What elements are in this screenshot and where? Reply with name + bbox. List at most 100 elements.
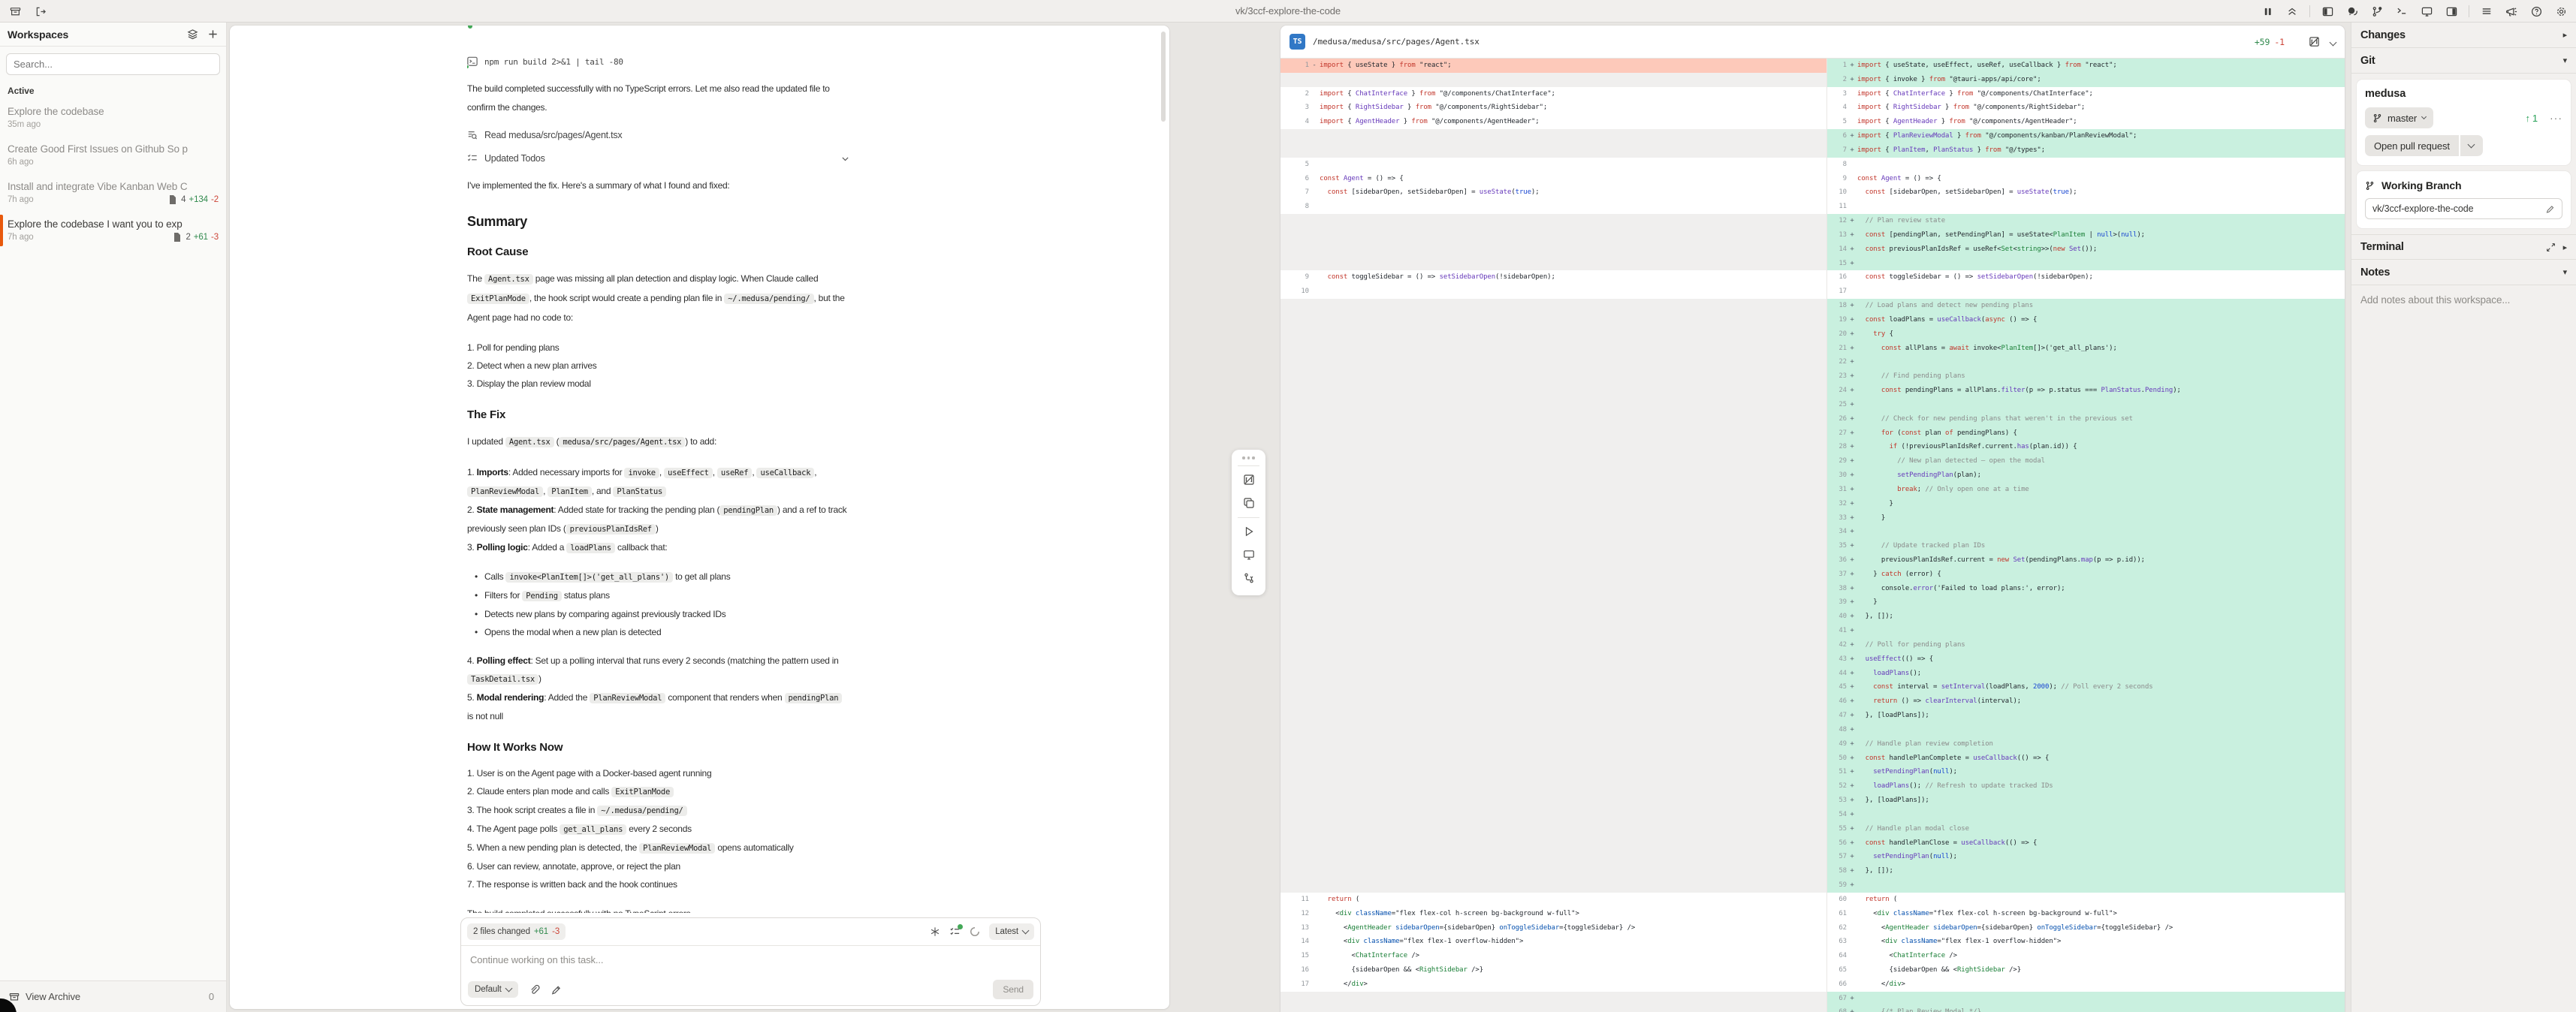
menu-icon[interactable] <box>2479 4 2494 19</box>
pull-request-options-button[interactable] <box>2460 135 2483 156</box>
workspace-item[interactable]: Install and integrate Vibe Kanban Web C7… <box>0 174 226 212</box>
help-icon[interactable] <box>2529 4 2544 19</box>
diff-line-old <box>1280 342 1826 356</box>
workspace-item[interactable]: Explore the codebase I want you to exp7h… <box>0 212 226 249</box>
diff-row: 28+ if (!previousPlanIdsRef.current.has(… <box>1280 440 2345 454</box>
layers-icon[interactable] <box>187 29 198 40</box>
tool-call-row[interactable]: npm run build 2>&1 | tail -80 <box>467 56 850 67</box>
diff-line-new: 67+ <box>1826 992 2345 1006</box>
diff-row: 40+ }, []); <box>1280 610 2345 624</box>
monitor-icon[interactable] <box>2419 4 2434 19</box>
diff-row: 37+ } catch (error) { <box>1280 568 2345 582</box>
notes-section-header[interactable]: Notes ▾ <box>2351 260 2576 285</box>
diff-line-new: 16 const toggleSidebar = () => setSideba… <box>1826 270 2345 285</box>
git-graph-button[interactable] <box>1237 567 1260 590</box>
workspace-item[interactable]: Explore the codebase35m ago <box>0 99 226 137</box>
git-graph-icon[interactable] <box>2369 4 2384 19</box>
diff-row: 26+ // Check for new pending plans that … <box>1280 412 2345 426</box>
diff-line-old <box>1280 143 1826 158</box>
spark-icon[interactable] <box>930 926 940 937</box>
terminal-section-header[interactable]: Terminal ▸ <box>2351 234 2576 260</box>
terminal-tool-icon <box>467 56 478 67</box>
split-view-toggle-icon[interactable] <box>2309 36 2320 47</box>
diff-line-old <box>1280 794 1826 808</box>
diff-line-new: 44+ loadPlans(); <box>1826 667 2345 681</box>
branch-selector[interactable]: master <box>2365 107 2433 128</box>
diff-line-old <box>1280 369 1826 384</box>
diff-line-new: 66 </div> <box>1826 977 2345 992</box>
view-archive-button[interactable]: View Archive 0 <box>0 980 226 1012</box>
diff-line-new: 32+ } <box>1826 497 2345 511</box>
diff-line-old <box>1280 624 1826 638</box>
diff-line-new: 30+ setPendingPlan(plan); <box>1826 468 2345 483</box>
attachment-icon[interactable] <box>529 984 540 995</box>
diff-line-old <box>1280 129 1826 143</box>
diff-line-new: 11 <box>1826 200 2345 214</box>
edit-pencil-icon[interactable] <box>2545 204 2555 214</box>
ordered-list: 1. Poll for pending plans2. Detect when … <box>467 339 850 393</box>
tool-call-row[interactable]: Read medusa/src/pages/Agent.tsx <box>467 130 850 140</box>
diff-row: 67+ <box>1280 992 2345 1006</box>
list-item: 3. Polling logic: Added a loadPlans call… <box>467 538 850 557</box>
diff-view-button[interactable] <box>1237 468 1260 492</box>
git-label: Git <box>2360 55 2563 67</box>
workspace-search-input[interactable] <box>6 53 220 75</box>
drag-handle-icon[interactable] <box>1242 455 1255 463</box>
chat-bubbles-icon[interactable] <box>2345 4 2360 19</box>
list-item: 4. The Agent page polls get_all_plans ev… <box>467 820 850 839</box>
more-options-button[interactable]: ··· <box>2550 112 2562 124</box>
send-button[interactable]: Send <box>993 980 1033 999</box>
workspaces-sidebar: Workspaces Active Explore the codebase35… <box>0 23 227 1012</box>
expand-icon[interactable] <box>2546 242 2556 252</box>
workspace-item[interactable]: Create Good First Issues on Github So p6… <box>0 137 226 174</box>
pen-icon[interactable] <box>550 984 562 995</box>
chevron-down-icon: ▾ <box>2563 267 2567 277</box>
pause-icon[interactable] <box>2260 4 2275 19</box>
list-item: 5. Modal rendering: Added the PlanReview… <box>467 688 850 725</box>
monitor-button[interactable] <box>1237 544 1260 567</box>
chat-scrollbar[interactable] <box>1161 32 1166 122</box>
panel-left-icon[interactable] <box>2320 4 2335 19</box>
workspace-title: Explore the codebase <box>8 106 219 117</box>
diff-row: 811 <box>1280 200 2345 214</box>
collapse-diff-icon[interactable] <box>2330 35 2336 49</box>
mode-dropdown[interactable]: Default <box>468 981 518 998</box>
diff-line-new: 2+import { invoke } from "@tauri-apps/ap… <box>1826 73 2345 87</box>
diff-line-new: 60 return ( <box>1826 893 2345 907</box>
diff-line-old <box>1280 384 1826 398</box>
list-item: 3. Display the plan review modal <box>467 375 850 393</box>
diff-row: 3import { RightSidebar } from "@/compone… <box>1280 101 2345 115</box>
add-workspace-button[interactable] <box>207 29 219 40</box>
tool-call-row[interactable]: Updated Todos <box>467 153 850 164</box>
diff-line-new: 33+ } <box>1826 511 2345 526</box>
diff-line-old <box>1280 878 1826 893</box>
version-dropdown[interactable]: Latest <box>989 923 1034 940</box>
branch-name: master <box>2387 113 2417 124</box>
diff-line-new: 28+ if (!previousPlanIdsRef.current.has(… <box>1826 440 2345 454</box>
diff-row: 1017 <box>1280 285 2345 299</box>
diff-row: 4import { AgentHeader } from "@/componen… <box>1280 115 2345 129</box>
message-input[interactable]: Continue working on this task... <box>461 946 1040 965</box>
terminal-icon[interactable] <box>2394 4 2409 19</box>
collapse-all-icon[interactable] <box>2285 4 2300 19</box>
copy-button[interactable] <box>1237 492 1260 515</box>
open-pull-request-button[interactable]: Open pull request <box>2365 135 2459 156</box>
diff-row: 52+ loadPlans(); // Refresh to update tr… <box>1280 779 2345 794</box>
notes-input[interactable]: Add notes about this workspace... <box>2351 285 2576 315</box>
diff-line-old <box>1280 412 1826 426</box>
changes-section-header[interactable]: Changes ▸ <box>2351 23 2576 48</box>
panel-right-icon[interactable] <box>2444 4 2459 19</box>
todo-progress-icon[interactable] <box>949 926 961 938</box>
diff-line-old <box>1280 610 1826 624</box>
chevron-down-icon[interactable] <box>840 154 850 164</box>
git-section-header[interactable]: Git ▾ <box>2351 48 2576 74</box>
megaphone-icon[interactable] <box>2504 4 2519 19</box>
diff-row: 56+ const handlePlanClose = useCallback(… <box>1280 836 2345 851</box>
diff-row: 31+ break; // Only open one at a time <box>1280 483 2345 497</box>
diff-row: 6+import { PlanReviewModal } from "@/com… <box>1280 129 2345 143</box>
files-changed-badge[interactable]: 2 files changed +61 -3 <box>467 923 566 940</box>
working-branch-input[interactable]: vk/3ccf-explore-the-code <box>2365 198 2562 219</box>
play-button[interactable] <box>1237 520 1260 544</box>
chevron-right-icon: ▸ <box>2563 242 2567 252</box>
settings-gear-icon[interactable] <box>2553 4 2568 19</box>
